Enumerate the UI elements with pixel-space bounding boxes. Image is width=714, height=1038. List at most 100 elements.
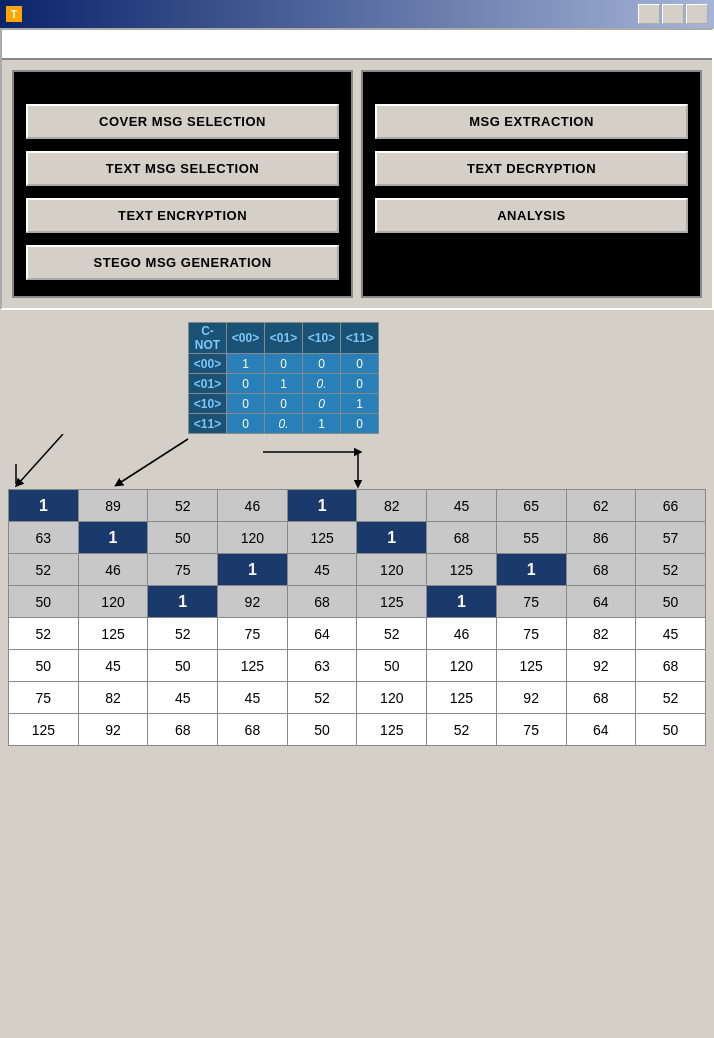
table-cell: 1 bbox=[496, 554, 566, 586]
msg-extraction-button[interactable]: MSG EXTRACTION bbox=[375, 104, 688, 139]
table-cell: 50 bbox=[148, 650, 218, 682]
table-row: 50120192681251756450 bbox=[9, 586, 706, 618]
table-row: 52467514512012516852 bbox=[9, 554, 706, 586]
cnot-row-11: <11> 0 0. 1 0 bbox=[189, 414, 379, 434]
table-cell: 125 bbox=[357, 714, 427, 746]
maximize-button[interactable] bbox=[662, 4, 684, 24]
table-cell: 75 bbox=[496, 586, 566, 618]
table-cell: 52 bbox=[427, 714, 497, 746]
table-cell: 1 bbox=[78, 522, 148, 554]
table-cell: 45 bbox=[287, 554, 357, 586]
table-cell: 1 bbox=[287, 490, 357, 522]
table-cell: 64 bbox=[566, 586, 636, 618]
table-cell: 125 bbox=[218, 650, 288, 682]
table-cell: 1 bbox=[427, 586, 497, 618]
stego-msg-generation-button[interactable]: STEGO MSG GENERATION bbox=[26, 245, 339, 280]
table-cell: 50 bbox=[636, 714, 706, 746]
svg-line-1 bbox=[118, 439, 188, 484]
sender-panel: COVER MSG SELECTION TEXT MSG SELECTION T… bbox=[12, 70, 353, 298]
table-cell: 75 bbox=[148, 554, 218, 586]
minimize-button[interactable] bbox=[638, 4, 660, 24]
cnot-header-01: <01> bbox=[265, 323, 303, 354]
table-cell: 75 bbox=[496, 714, 566, 746]
table-cell: 52 bbox=[148, 490, 218, 522]
table-cell: 52 bbox=[287, 682, 357, 714]
cnot-header-10: <10> bbox=[303, 323, 341, 354]
table-cell: 55 bbox=[496, 522, 566, 554]
table-cell: 75 bbox=[9, 682, 79, 714]
panels-container: COVER MSG SELECTION TEXT MSG SELECTION T… bbox=[2, 60, 712, 308]
table-cell: 125 bbox=[78, 618, 148, 650]
table-cell: 89 bbox=[78, 490, 148, 522]
cnot-header-label: C-NOT bbox=[189, 323, 227, 354]
table-row: 63150120125168558657 bbox=[9, 522, 706, 554]
table-cell: 45 bbox=[148, 682, 218, 714]
table-cell: 52 bbox=[636, 554, 706, 586]
table-cell: 64 bbox=[566, 714, 636, 746]
table-cell: 1 bbox=[148, 586, 218, 618]
text-encryption-button[interactable]: TEXT ENCRYPTION bbox=[26, 198, 339, 233]
table-cell: 63 bbox=[9, 522, 79, 554]
table-cell: 1 bbox=[218, 554, 288, 586]
cnot-row-01: <01> 0 1 0. 0 bbox=[189, 374, 379, 394]
table-cell: 82 bbox=[566, 618, 636, 650]
table-cell: 92 bbox=[566, 650, 636, 682]
table-cell: 75 bbox=[218, 618, 288, 650]
table-cell: 86 bbox=[566, 522, 636, 554]
table-cell: 82 bbox=[357, 490, 427, 522]
table-cell: 125 bbox=[427, 554, 497, 586]
receiver-panel: MSG EXTRACTION TEXT DECRYPTION ANALYSIS bbox=[361, 70, 702, 298]
arrows-area bbox=[8, 434, 706, 489]
app-icon: T bbox=[6, 6, 22, 22]
table-cell: 52 bbox=[636, 682, 706, 714]
table-row: 7582454552120125926852 bbox=[9, 682, 706, 714]
table-cell: 120 bbox=[357, 554, 427, 586]
table-cell: 68 bbox=[566, 682, 636, 714]
analysis-button[interactable]: ANALYSIS bbox=[375, 198, 688, 233]
table-cell: 120 bbox=[427, 650, 497, 682]
table-cell: 125 bbox=[427, 682, 497, 714]
matrix-section: C-NOT <00> <01> <10> <11> <00> 1 0 0 0 bbox=[0, 322, 714, 756]
table-cell: 50 bbox=[9, 650, 79, 682]
table-cell: 50 bbox=[357, 650, 427, 682]
cnot-header-00: <00> bbox=[227, 323, 265, 354]
table-cell: 82 bbox=[78, 682, 148, 714]
table-cell: 120 bbox=[357, 682, 427, 714]
table-row: 1259268685012552756450 bbox=[9, 714, 706, 746]
table-cell: 1 bbox=[9, 490, 79, 522]
table-cell: 125 bbox=[9, 714, 79, 746]
table-cell: 65 bbox=[496, 490, 566, 522]
title-bar: T bbox=[0, 0, 714, 28]
table-cell: 45 bbox=[218, 682, 288, 714]
table-cell: 52 bbox=[9, 554, 79, 586]
table-cell: 50 bbox=[148, 522, 218, 554]
svg-line-0 bbox=[18, 434, 63, 484]
data-table: 1895246182456562666315012012516855865752… bbox=[8, 489, 706, 746]
table-cell: 125 bbox=[496, 650, 566, 682]
table-cell: 45 bbox=[78, 650, 148, 682]
table-cell: 68 bbox=[427, 522, 497, 554]
table-cell: 92 bbox=[218, 586, 288, 618]
cnot-row-10: <10> 0 0 0 1 bbox=[189, 394, 379, 414]
data-table-wrapper: 1895246182456562666315012012516855865752… bbox=[8, 489, 706, 746]
table-cell: 68 bbox=[218, 714, 288, 746]
table-cell: 64 bbox=[287, 618, 357, 650]
table-cell: 52 bbox=[148, 618, 218, 650]
table-cell: 46 bbox=[218, 490, 288, 522]
table-cell: 45 bbox=[427, 490, 497, 522]
table-cell: 68 bbox=[148, 714, 218, 746]
gui-title bbox=[2, 30, 712, 60]
table-cell: 66 bbox=[636, 490, 706, 522]
table-cell: 68 bbox=[566, 554, 636, 586]
table-cell: 120 bbox=[78, 586, 148, 618]
text-msg-selection-button[interactable]: TEXT MSG SELECTION bbox=[26, 151, 339, 186]
table-cell: 45 bbox=[636, 618, 706, 650]
window-controls[interactable] bbox=[638, 4, 708, 24]
table-cell: 1 bbox=[357, 522, 427, 554]
table-cell: 50 bbox=[287, 714, 357, 746]
text-decryption-button[interactable]: TEXT DECRYPTION bbox=[375, 151, 688, 186]
table-cell: 46 bbox=[427, 618, 497, 650]
close-button[interactable] bbox=[686, 4, 708, 24]
cover-msg-selection-button[interactable]: COVER MSG SELECTION bbox=[26, 104, 339, 139]
main-window: COVER MSG SELECTION TEXT MSG SELECTION T… bbox=[0, 28, 714, 310]
